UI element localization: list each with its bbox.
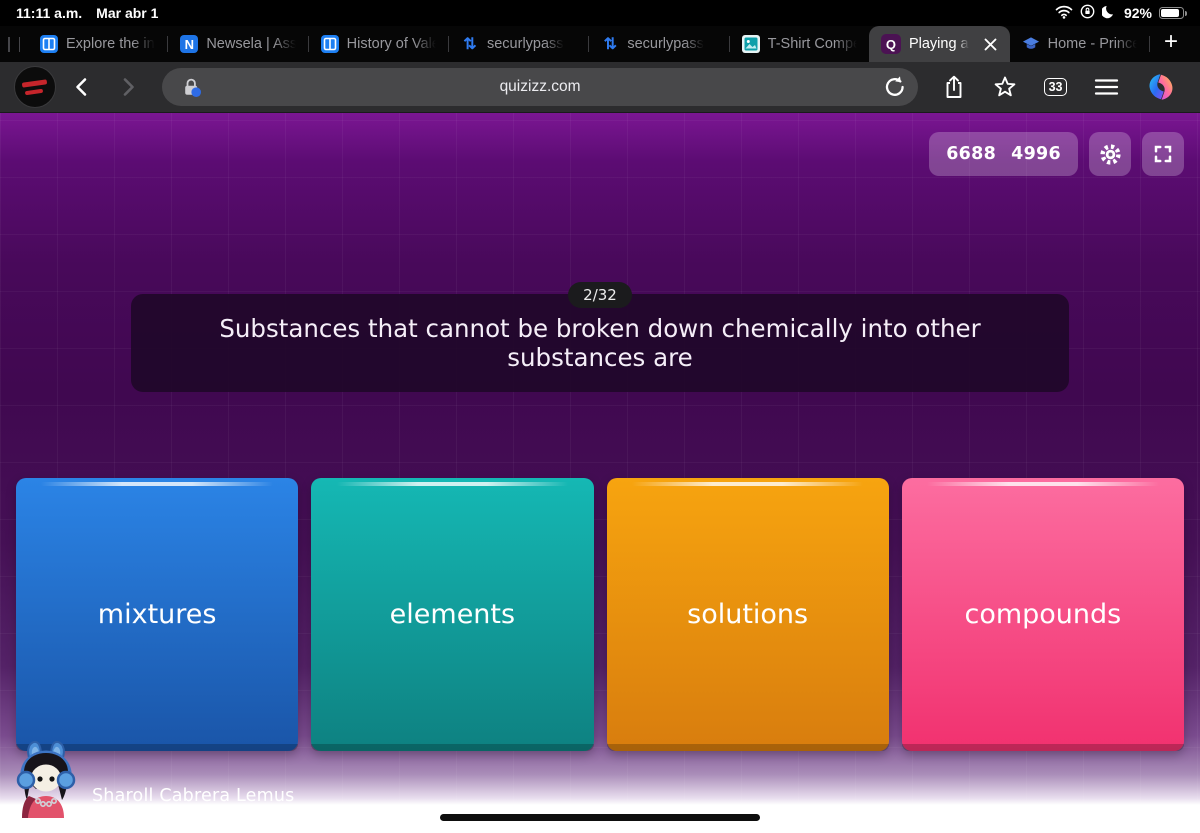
tab-tshirt[interactable]: T-Shirt Compe: [730, 26, 869, 62]
fullscreen-button[interactable]: [1142, 132, 1184, 176]
ipad-screen: 11:11 a.m. Mar abr 1 92% Explore the in …: [0, 0, 1200, 833]
player-name: Sharoll Cabrera Lemus: [92, 786, 295, 806]
tabs-overview-button[interactable]: 33: [1034, 74, 1077, 100]
answer-options: mixtures elements solutions compounds: [16, 478, 1185, 751]
score-left: 6688: [946, 144, 997, 164]
clock: 11:11 a.m.: [16, 5, 83, 21]
tab-explore[interactable]: Explore the in: [28, 26, 167, 62]
split-view-icon: [320, 35, 339, 53]
date: Mar abr 1: [96, 5, 159, 21]
lock-shield-icon: [180, 76, 204, 99]
answer-option-mixtures[interactable]: mixtures: [16, 478, 299, 751]
do-not-disturb-moon-icon: [1101, 4, 1117, 22]
quiz-page: 6688 4996 2/32 Substances that cannot be…: [0, 113, 1200, 818]
menu-button[interactable]: [1083, 72, 1130, 102]
quizizz-icon: Q: [880, 34, 901, 54]
profile-avatar[interactable]: [14, 66, 56, 108]
tab-securlypass-1[interactable]: ⇅ securlypass: [449, 26, 588, 62]
reload-button[interactable]: [882, 74, 908, 100]
question-text: Substances that cannot be broken down ch…: [131, 294, 1069, 392]
question-area: 2/32 Substances that cannot be broken do…: [0, 282, 1200, 392]
copilot-button[interactable]: [1136, 68, 1186, 106]
split-view-icon: [40, 35, 58, 53]
graduation-cap-icon: [1022, 35, 1040, 53]
newsela-icon: N: [180, 35, 199, 53]
securly-arrows-icon: ⇅: [603, 36, 618, 53]
gear-icon: [1099, 143, 1121, 165]
score-right: 4996: [1011, 144, 1061, 164]
url-text: quizizz.com: [499, 78, 581, 95]
answer-option-compounds[interactable]: compounds: [901, 478, 1185, 751]
tab-close-button[interactable]: [983, 37, 998, 52]
question-progress: 2/32: [568, 282, 632, 308]
tab-count: 33: [1044, 78, 1067, 96]
securly-arrows-icon: ⇅: [463, 36, 477, 53]
answer-option-solutions[interactable]: solutions: [606, 478, 890, 751]
status-bar: 11:11 a.m. Mar abr 1 92%: [0, 0, 1200, 26]
battery-icon: [1159, 7, 1187, 19]
answer-option-elements[interactable]: elements: [311, 478, 594, 751]
settings-button[interactable]: [1089, 132, 1131, 176]
forward-button[interactable]: [108, 71, 148, 103]
new-tab-button[interactable]: +: [1150, 28, 1192, 60]
tab-newsela[interactable]: N Newsela | Ass: [168, 26, 307, 62]
back-button[interactable]: [62, 71, 102, 103]
browser-toolbar: quizizz.com 33: [0, 62, 1200, 113]
tab-bar: Explore the in N Newsela | Ass History o…: [0, 26, 1200, 62]
share-button[interactable]: [932, 70, 976, 105]
picture-icon: [741, 35, 760, 53]
tab-playing-active[interactable]: Q Playing a: [868, 26, 1010, 62]
fullscreen-icon: [1154, 145, 1172, 163]
battery-percent: 92%: [1123, 5, 1152, 21]
game-hud: 6688 4996: [929, 132, 1184, 176]
tab-home-prince[interactable]: Home - Prince: [1010, 26, 1149, 62]
wifi-icon: [1055, 5, 1073, 22]
player-avatar: [8, 738, 84, 822]
home-indicator[interactable]: [440, 814, 760, 821]
score-display: 6688 4996: [929, 132, 1078, 176]
tab-history-of-vale[interactable]: History of Vale: [309, 26, 448, 62]
player-info: Sharoll Cabrera Lemus: [8, 738, 295, 822]
tab-securlypass-2[interactable]: ⇅ securlypass: [589, 26, 728, 62]
bookmark-star-button[interactable]: [982, 70, 1028, 104]
orientation-lock-icon: [1080, 4, 1095, 22]
tab-overflow-ticks: [8, 36, 20, 52]
address-bar[interactable]: quizizz.com: [162, 68, 919, 106]
